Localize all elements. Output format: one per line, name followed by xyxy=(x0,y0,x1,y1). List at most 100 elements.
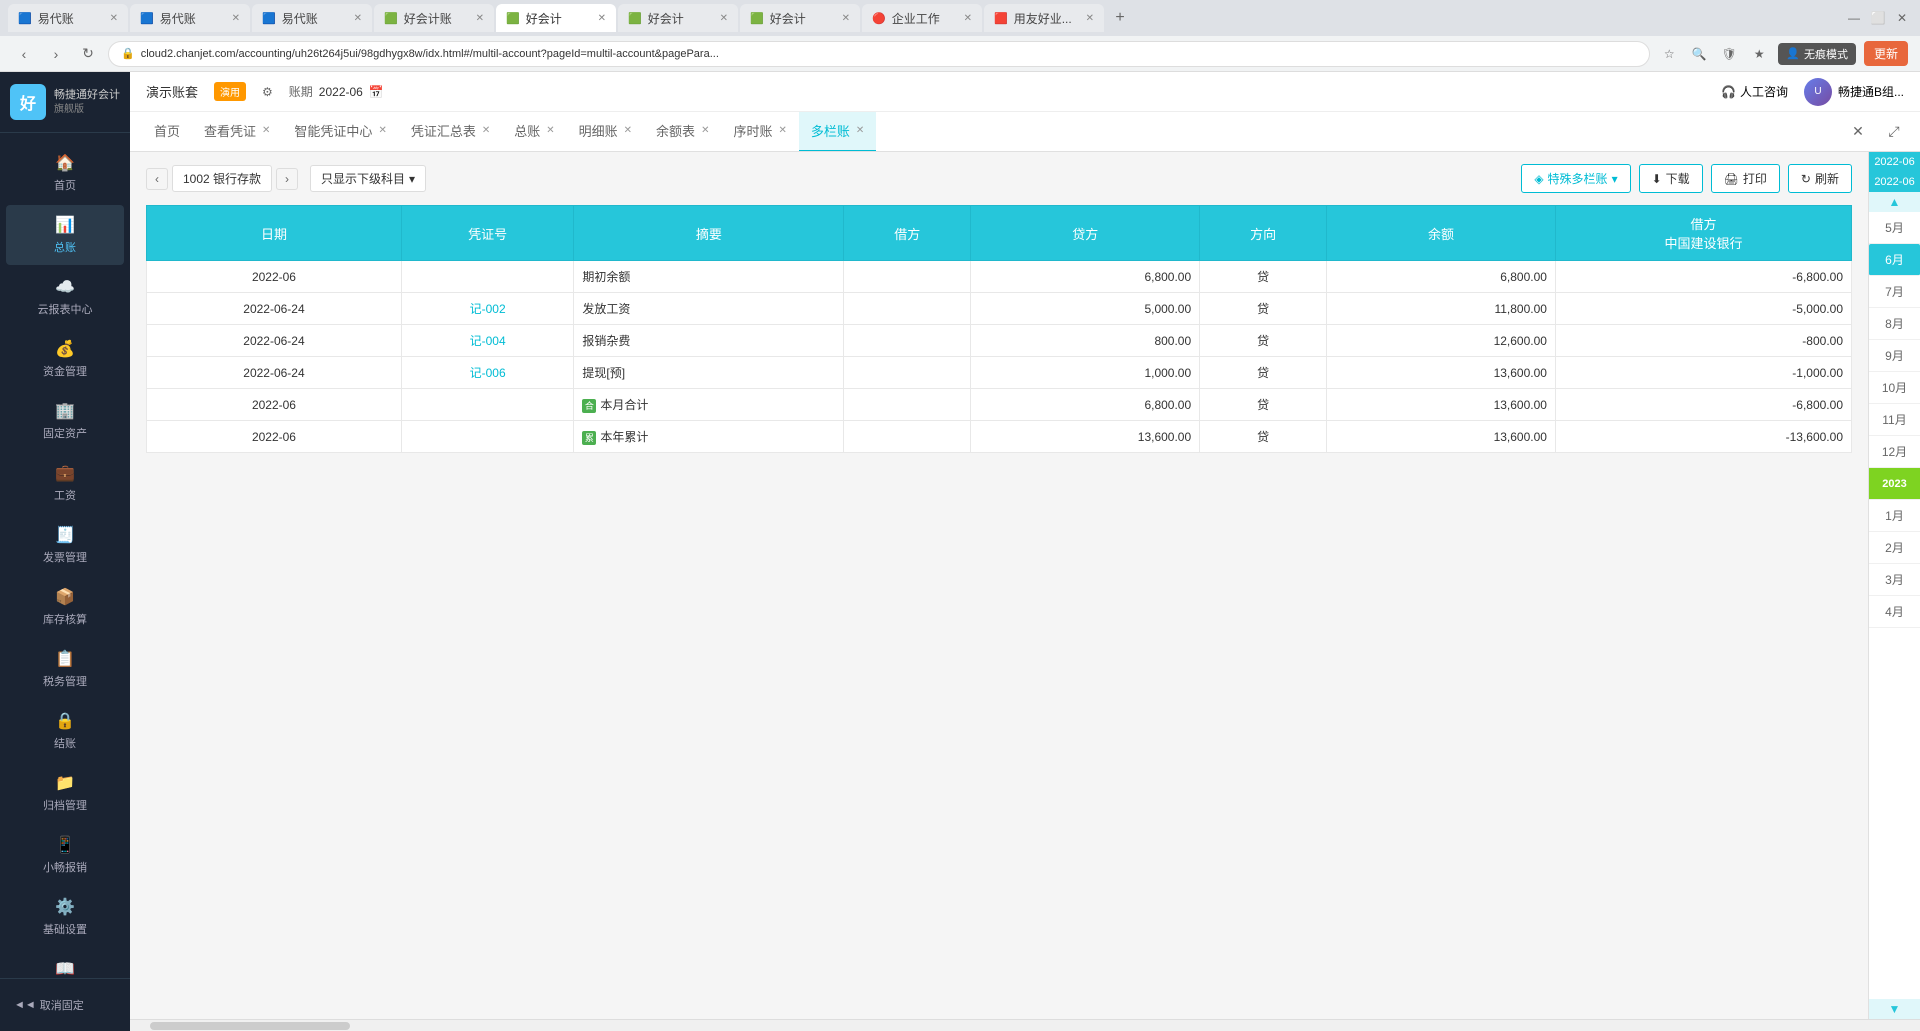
sidebar-item-guide[interactable]: 📖 新手引导 xyxy=(6,949,124,978)
cal-month-9[interactable]: 9月 xyxy=(1869,340,1920,372)
browser-tab-5[interactable]: 🟩 好会计 ✕ xyxy=(496,4,616,32)
next-account-button[interactable]: › xyxy=(276,168,298,190)
sidebar-item-cloud[interactable]: ☁️ 云报表中心 xyxy=(6,267,124,327)
close-icon[interactable]: ✕ xyxy=(842,13,850,24)
close-icon[interactable]: ✕ xyxy=(378,125,386,136)
expand-panel-button[interactable]: ⤢ xyxy=(1880,118,1908,146)
print-button[interactable]: 🖨 打印 xyxy=(1711,164,1780,193)
refresh-button[interactable]: ↻ 刷新 xyxy=(1788,164,1852,193)
pin-button[interactable]: ◄◄ 取消固定 xyxy=(6,989,124,1021)
cal-month-12[interactable]: 12月 xyxy=(1869,436,1920,468)
download-button[interactable]: ⬇ 下载 xyxy=(1639,164,1703,193)
tab-sequence-ledger[interactable]: 序时账 ✕ xyxy=(721,112,798,152)
close-icon[interactable]: ✕ xyxy=(232,13,240,24)
cal-month-4[interactable]: 4月 xyxy=(1869,596,1920,628)
url-bar[interactable]: 🔒 cloud2.chanjet.com/accounting/uh26t264… xyxy=(108,41,1650,67)
sidebar-item-inventory[interactable]: 📦 库存核算 xyxy=(6,577,124,637)
sidebar-item-home[interactable]: 🏠 首页 xyxy=(6,143,124,203)
cal-month-10[interactable]: 10月 xyxy=(1869,372,1920,404)
star-icon[interactable]: ★ xyxy=(1748,43,1770,65)
sidebar-item-invoice[interactable]: 🧾 发票管理 xyxy=(6,515,124,575)
close-icon[interactable]: ✕ xyxy=(1086,13,1094,24)
filter-dropdown[interactable]: 只显示下级科目 ▾ xyxy=(310,165,426,192)
browser-tab-3[interactable]: 🟦 易代账 ✕ xyxy=(252,4,372,32)
prev-account-button[interactable]: ‹ xyxy=(146,168,168,190)
update-button[interactable]: 更新 xyxy=(1864,41,1908,66)
cal-month-11[interactable]: 11月 xyxy=(1869,404,1920,436)
cal-month-5[interactable]: 5月 xyxy=(1869,212,1920,244)
new-tab-button[interactable]: + xyxy=(1106,4,1134,32)
bookmark-icon[interactable]: ☆ xyxy=(1658,43,1680,65)
close-icon[interactable]: ✕ xyxy=(720,13,728,24)
consultant-button[interactable]: 🎧 人工咨询 xyxy=(1721,83,1788,100)
calendar-icon[interactable]: 📅 xyxy=(369,85,384,99)
scrollbar-thumb[interactable] xyxy=(150,1022,350,1030)
browser-tab-6[interactable]: 🟩 好会计 ✕ xyxy=(618,4,738,32)
cal-month-1[interactable]: 1月 xyxy=(1869,500,1920,532)
close-icon[interactable]: ✕ xyxy=(598,13,606,24)
cal-header-1: 2022-06 xyxy=(1869,152,1920,172)
close-icon[interactable]: ✕ xyxy=(262,125,270,136)
close-icon[interactable]: ✕ xyxy=(476,13,484,24)
tab-voucher-view[interactable]: 查看凭证 ✕ xyxy=(192,112,282,152)
close-icon[interactable]: ✕ xyxy=(354,13,362,24)
tab-detail-ledger[interactable]: 明细账 ✕ xyxy=(567,112,644,152)
sidebar-item-payroll[interactable]: 💼 工资 xyxy=(6,453,124,513)
sidebar-item-expense[interactable]: 📱 小畅报销 xyxy=(6,825,124,885)
voucher-link[interactable]: 记-002 xyxy=(470,302,506,316)
cal-month-7[interactable]: 7月 xyxy=(1869,276,1920,308)
tab-voucher-summary[interactable]: 凭证汇总表 ✕ xyxy=(399,112,502,152)
close-icon[interactable]: ✕ xyxy=(856,125,864,136)
tab-smart-voucher[interactable]: 智能凭证中心 ✕ xyxy=(282,112,398,152)
close-icon[interactable]: ✕ xyxy=(482,125,490,136)
user-info[interactable]: U 畅捷通B组... xyxy=(1804,78,1904,106)
voucher-link[interactable]: 记-004 xyxy=(470,334,506,348)
cal-month-2[interactable]: 2月 xyxy=(1869,532,1920,564)
sidebar-item-archive[interactable]: 📁 归档管理 xyxy=(6,763,124,823)
browser-tab-1[interactable]: 🟦 易代账 ✕ xyxy=(8,4,128,32)
cal-scroll-down-button[interactable]: ▼ xyxy=(1869,999,1920,1019)
close-icon[interactable]: ✕ xyxy=(546,125,554,136)
sidebar-item-ledger[interactable]: 📊 总账 xyxy=(6,205,124,265)
cal-year-2023[interactable]: 2023 xyxy=(1869,468,1920,500)
tab-general-ledger[interactable]: 总账 ✕ xyxy=(502,112,566,152)
cal-month-3[interactable]: 3月 xyxy=(1869,564,1920,596)
voucher-link[interactable]: 记-006 xyxy=(470,366,506,380)
table-row: 2022-06 累本年累计 13,600.00 贷 13,600.00 -13,… xyxy=(147,421,1852,453)
search-icon[interactable]: 🔍 xyxy=(1688,43,1710,65)
settings-icon[interactable]: ⚙ xyxy=(262,85,273,99)
collapse-panel-button[interactable]: ✕ xyxy=(1844,118,1872,146)
sidebar-item-funds[interactable]: 💰 资金管理 xyxy=(6,329,124,389)
browser-tab-8[interactable]: 🔴 企业工作 ✕ xyxy=(862,4,982,32)
incognito-button[interactable]: 👤 无痕模式 xyxy=(1778,43,1856,65)
forward-button[interactable]: › xyxy=(44,42,68,66)
sidebar-item-assets[interactable]: 🏢 固定资产 xyxy=(6,391,124,451)
horizontal-scrollbar[interactable] xyxy=(130,1019,1920,1031)
sidebar-item-tax[interactable]: 📋 税务管理 xyxy=(6,639,124,699)
cal-month-6[interactable]: 6月 xyxy=(1869,244,1920,276)
back-button[interactable]: ‹ xyxy=(12,42,36,66)
cal-scroll-up-button[interactable]: ▲ xyxy=(1869,192,1920,212)
sidebar-item-settings[interactable]: ⚙️ 基础设置 xyxy=(6,887,124,947)
minimize-button[interactable]: — xyxy=(1844,8,1864,28)
tab-balance[interactable]: 余额表 ✕ xyxy=(644,112,721,152)
close-icon[interactable]: ✕ xyxy=(624,125,632,136)
tab-multi-column[interactable]: 多栏账 ✕ xyxy=(799,112,876,152)
sidebar-item-closing[interactable]: 🔒 结账 xyxy=(6,701,124,761)
close-icon[interactable]: ✕ xyxy=(701,125,709,136)
refresh-button[interactable]: ↻ xyxy=(76,42,100,66)
close-icon[interactable]: ✕ xyxy=(110,13,118,24)
close-icon[interactable]: ✕ xyxy=(778,125,786,136)
browser-tab-9[interactable]: 🟥 用友好业... ✕ xyxy=(984,4,1104,32)
shield-icon[interactable]: 🛡 xyxy=(1718,43,1740,65)
maximize-button[interactable]: ⬜ xyxy=(1868,8,1888,28)
cal-month-8[interactable]: 8月 xyxy=(1869,308,1920,340)
close-button[interactable]: ✕ xyxy=(1892,8,1912,28)
browser-tab-4[interactable]: 🟩 好会计账 ✕ xyxy=(374,4,494,32)
tab-home[interactable]: 首页 xyxy=(142,112,192,152)
browser-tab-2[interactable]: 🟦 易代账 ✕ xyxy=(130,4,250,32)
special-account-button[interactable]: ◈ 特殊多栏账 ▾ xyxy=(1521,164,1630,193)
sidebar-item-label: 基础设置 xyxy=(43,921,87,937)
close-icon[interactable]: ✕ xyxy=(964,13,972,24)
browser-tab-7[interactable]: 🟩 好会计 ✕ xyxy=(740,4,860,32)
